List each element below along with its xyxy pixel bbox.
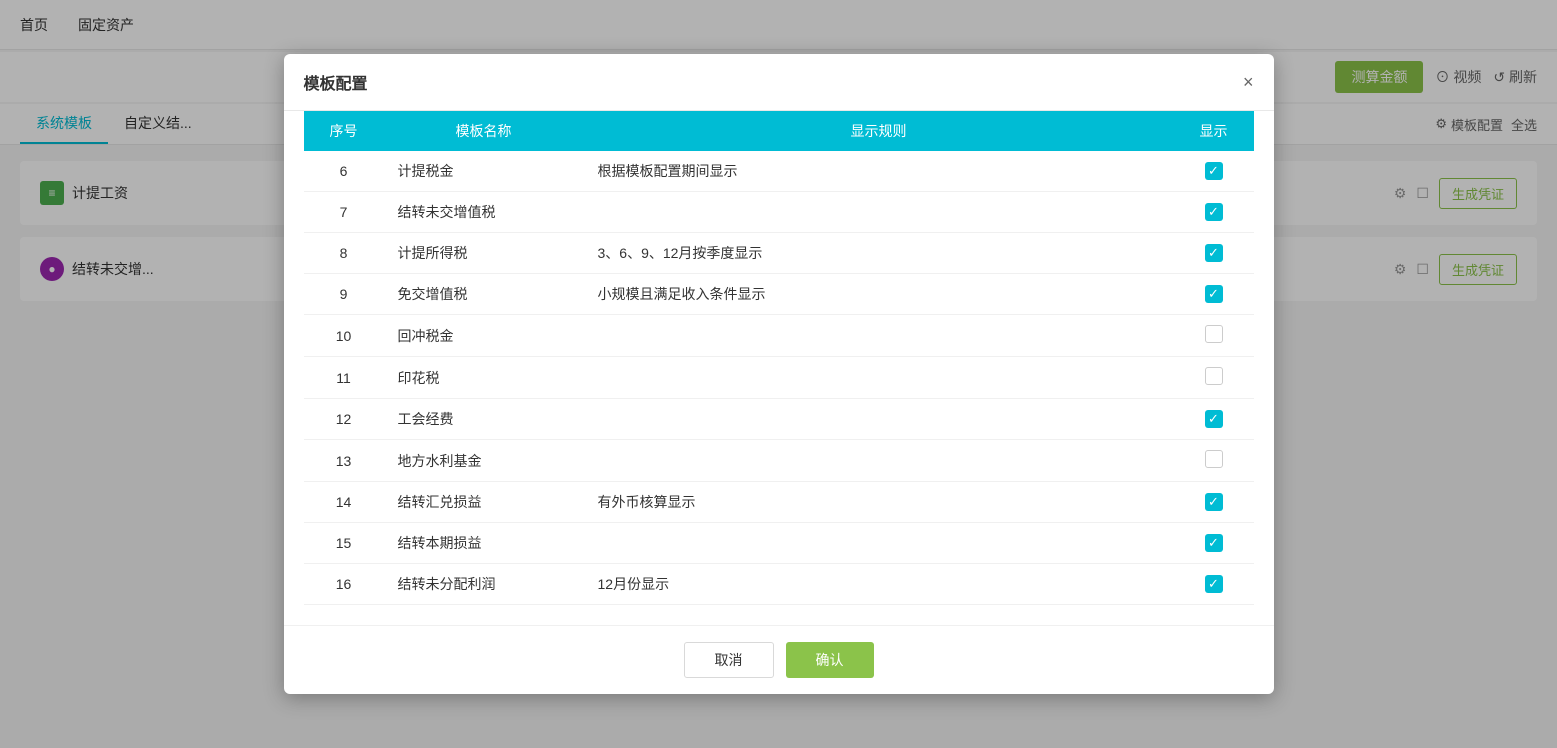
modal-overlay: 模板配置 × 序号 模板名称 显示规则 显示 6计提税金根据模板配置期间显示✓7… xyxy=(0,0,1557,748)
cell-rule: 根据模板配置期间显示 xyxy=(584,151,1174,192)
cell-name: 结转本期损益 xyxy=(384,523,584,564)
cell-id: 14 xyxy=(304,482,384,523)
col-id: 序号 xyxy=(304,111,384,151)
cell-rule xyxy=(584,440,1174,482)
cell-id: 12 xyxy=(304,399,384,440)
cell-name: 计提所得税 xyxy=(384,233,584,274)
cell-checkbox: ✓ xyxy=(1174,523,1254,564)
table-row: 6计提税金根据模板配置期间显示 ✓ xyxy=(304,151,1254,192)
cell-checkbox xyxy=(1174,357,1254,399)
checkbox-checked[interactable]: ✓ xyxy=(1205,162,1223,180)
checkbox-checked[interactable]: ✓ xyxy=(1205,575,1223,593)
cell-id: 13 xyxy=(304,440,384,482)
modal-header: 模板配置 × xyxy=(284,54,1274,111)
table-row: 15结转本期损益 ✓ xyxy=(304,523,1254,564)
checkbox-checked[interactable]: ✓ xyxy=(1205,285,1223,303)
cell-rule xyxy=(584,192,1174,233)
checkbox-checked[interactable]: ✓ xyxy=(1205,493,1223,511)
table-row: 10回冲税金 xyxy=(304,315,1254,357)
cell-id: 15 xyxy=(304,523,384,564)
cell-name: 结转未分配利润 xyxy=(384,564,584,605)
table-row: 12工会经费 ✓ xyxy=(304,399,1254,440)
col-name: 模板名称 xyxy=(384,111,584,151)
cell-id: 8 xyxy=(304,233,384,274)
cell-name: 计提税金 xyxy=(384,151,584,192)
col-display: 显示 xyxy=(1174,111,1254,151)
table-row: 16结转未分配利润12月份显示 ✓ xyxy=(304,564,1254,605)
cell-id: 16 xyxy=(304,564,384,605)
cell-name: 结转汇兑损益 xyxy=(384,482,584,523)
cell-rule: 小规模且满足收入条件显示 xyxy=(584,274,1174,315)
config-table: 序号 模板名称 显示规则 显示 6计提税金根据模板配置期间显示✓7结转未交增值税… xyxy=(304,111,1254,605)
cell-name: 结转未交增值税 xyxy=(384,192,584,233)
col-rule: 显示规则 xyxy=(584,111,1174,151)
cancel-button[interactable]: 取消 xyxy=(684,642,774,678)
cell-id: 10 xyxy=(304,315,384,357)
checkbox-unchecked[interactable] xyxy=(1205,325,1223,343)
checkbox-checked[interactable]: ✓ xyxy=(1205,410,1223,428)
cell-name: 地方水利基金 xyxy=(384,440,584,482)
cell-rule xyxy=(584,523,1174,564)
table-row: 9免交增值税小规模且满足收入条件显示 ✓ xyxy=(304,274,1254,315)
cell-rule xyxy=(584,357,1174,399)
cell-name: 免交增值税 xyxy=(384,274,584,315)
cell-checkbox: ✓ xyxy=(1174,192,1254,233)
cell-id: 7 xyxy=(304,192,384,233)
table-row: 11印花税 xyxy=(304,357,1254,399)
checkbox-checked[interactable]: ✓ xyxy=(1205,534,1223,552)
modal-template-config: 模板配置 × 序号 模板名称 显示规则 显示 6计提税金根据模板配置期间显示✓7… xyxy=(284,54,1274,694)
modal-footer: 取消 确认 xyxy=(284,625,1274,694)
confirm-button[interactable]: 确认 xyxy=(786,642,874,678)
cell-checkbox: ✓ xyxy=(1174,274,1254,315)
cell-name: 工会经费 xyxy=(384,399,584,440)
cell-rule: 有外币核算显示 xyxy=(584,482,1174,523)
table-row: 7结转未交增值税 ✓ xyxy=(304,192,1254,233)
cell-checkbox: ✓ xyxy=(1174,233,1254,274)
modal-close-button[interactable]: × xyxy=(1243,72,1254,93)
checkbox-checked[interactable]: ✓ xyxy=(1205,244,1223,262)
cell-rule: 3、6、9、12月按季度显示 xyxy=(584,233,1174,274)
cell-id: 9 xyxy=(304,274,384,315)
cell-rule xyxy=(584,399,1174,440)
cell-checkbox: ✓ xyxy=(1174,564,1254,605)
checkbox-unchecked[interactable] xyxy=(1205,450,1223,468)
cell-checkbox: ✓ xyxy=(1174,151,1254,192)
table-row: 8计提所得税3、6、9、12月按季度显示 ✓ xyxy=(304,233,1254,274)
cell-id: 11 xyxy=(304,357,384,399)
modal-title: 模板配置 xyxy=(304,70,368,94)
modal-body: 序号 模板名称 显示规则 显示 6计提税金根据模板配置期间显示✓7结转未交增值税… xyxy=(284,111,1274,625)
checkbox-unchecked[interactable] xyxy=(1205,367,1223,385)
cell-name: 印花税 xyxy=(384,357,584,399)
cell-name: 回冲税金 xyxy=(384,315,584,357)
cell-checkbox: ✓ xyxy=(1174,482,1254,523)
table-body: 6计提税金根据模板配置期间显示✓7结转未交增值税✓8计提所得税3、6、9、12月… xyxy=(304,151,1254,605)
table-row: 14结转汇兑损益有外币核算显示 ✓ xyxy=(304,482,1254,523)
cell-rule xyxy=(584,315,1174,357)
cell-checkbox xyxy=(1174,315,1254,357)
checkbox-checked[interactable]: ✓ xyxy=(1205,203,1223,221)
cell-rule: 12月份显示 xyxy=(584,564,1174,605)
table-header: 序号 模板名称 显示规则 显示 xyxy=(304,111,1254,151)
cell-checkbox: ✓ xyxy=(1174,399,1254,440)
table-row: 13地方水利基金 xyxy=(304,440,1254,482)
cell-checkbox xyxy=(1174,440,1254,482)
cell-id: 6 xyxy=(304,151,384,192)
